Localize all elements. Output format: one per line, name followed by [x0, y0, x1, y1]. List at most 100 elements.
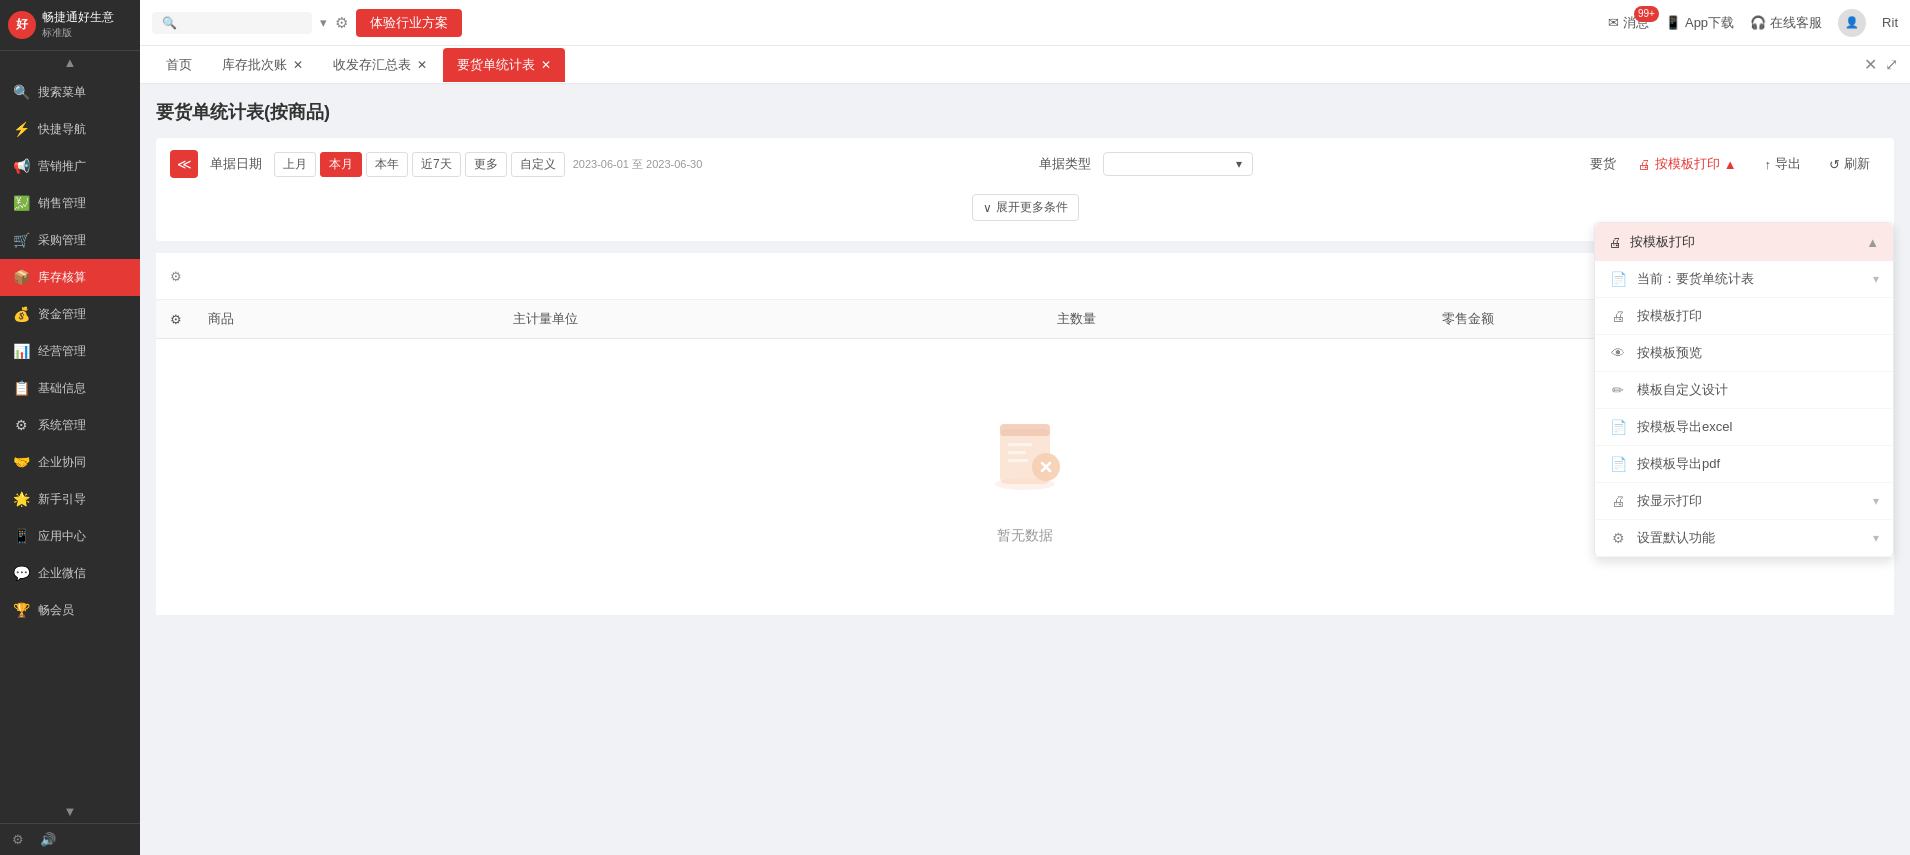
- doc-type-select[interactable]: ▾: [1103, 152, 1253, 176]
- refresh-label: 刷新: [1844, 155, 1870, 173]
- tab-close-inventory-batch[interactable]: ✕: [293, 58, 303, 72]
- page-content: 要货单统计表(按商品) ≪ 单据日期 上月 本月 本年 近7天 更多 自定义 2…: [140, 84, 1910, 855]
- tab-receivable-summary[interactable]: 收发存汇总表 ✕: [319, 48, 441, 82]
- sidebar-item-finance[interactable]: 💰 资金管理: [0, 296, 140, 333]
- sidebar-item-search[interactable]: 🔍 搜索菜单: [0, 74, 140, 111]
- printer-header-icon: 🖨: [1609, 235, 1622, 250]
- sidebar-item-sales[interactable]: 💹 销售管理: [0, 185, 140, 222]
- topbar-dropdown-icon[interactable]: ▾: [320, 15, 327, 30]
- set-default-item[interactable]: ⚙ 设置默认功能 ▾: [1595, 520, 1893, 557]
- print-template-btn[interactable]: 🖨 按模板打印 ▲: [1628, 150, 1747, 178]
- tabs-bar: 首页 库存批次账 ✕ 收发存汇总表 ✕ 要货单统计表 ✕ ✕ ⤢: [140, 46, 1910, 84]
- svg-rect-7: [1008, 451, 1026, 454]
- sidebar-scroll-up[interactable]: ▲: [0, 51, 140, 74]
- gear-icon[interactable]: ⚙: [335, 14, 348, 32]
- app-download-label: App下载: [1685, 14, 1734, 32]
- sidebar-scroll-down[interactable]: ▼: [0, 800, 140, 823]
- sidebar-item-vip[interactable]: 🏆 畅会员: [0, 592, 140, 629]
- topbar-search[interactable]: 🔍: [152, 12, 312, 34]
- refresh-btn[interactable]: ↺ 刷新: [1819, 150, 1880, 178]
- window-controls: ✕ ⤢: [1864, 55, 1898, 74]
- chevron-right-2-icon: ▾: [1873, 494, 1879, 508]
- svg-rect-2: [1000, 424, 1050, 436]
- online-service-btn[interactable]: 🎧 在线客服: [1750, 14, 1822, 32]
- sidebar-item-label: 快捷导航: [38, 121, 86, 138]
- sidebar-item-label: 企业协同: [38, 454, 86, 471]
- chevron-right-icon: ▾: [1873, 272, 1879, 286]
- col-product: 商品: [196, 300, 501, 339]
- req-type-label: 要货: [1590, 155, 1616, 173]
- app-logo-icon: 好: [8, 11, 36, 39]
- page-title: 要货单统计表(按商品): [156, 100, 1894, 124]
- tab-close-order-stats[interactable]: ✕: [541, 58, 551, 72]
- date-btn-current-month[interactable]: 本月: [320, 152, 362, 177]
- template-print-item[interactable]: 🖨 按模板打印: [1595, 298, 1893, 335]
- sidebar-item-guide[interactable]: 🌟 新手引导: [0, 481, 140, 518]
- sidebar-item-app-center[interactable]: 📱 应用中心: [0, 518, 140, 555]
- tab-inventory-batch[interactable]: 库存批次账 ✕: [208, 48, 317, 82]
- print-current-item[interactable]: 📄 当前：要货单统计表 ▾: [1595, 261, 1893, 298]
- message-btn[interactable]: ✉ 消息 99+: [1608, 14, 1649, 32]
- expand-icon: ∨: [983, 201, 992, 215]
- col-quantity: 主数量: [1045, 300, 1430, 339]
- tab-close-receivable[interactable]: ✕: [417, 58, 427, 72]
- export-btn[interactable]: ↑ 导出: [1755, 150, 1812, 178]
- app-download-btn[interactable]: 📱 App下载: [1665, 14, 1734, 32]
- settings-col-icon[interactable]: ⚙: [170, 269, 182, 284]
- template-custom-item[interactable]: ✏ 模板自定义设计: [1595, 372, 1893, 409]
- inventory-icon: 📦: [12, 269, 30, 285]
- sidebar-item-system[interactable]: ⚙ 系统管理: [0, 407, 140, 444]
- printer-icon: 🖨: [1638, 157, 1651, 172]
- marketing-icon: 📢: [12, 158, 30, 174]
- template-preview-item[interactable]: 👁 按模板预览: [1595, 335, 1893, 372]
- sidebar-item-operations[interactable]: 📊 经营管理: [0, 333, 140, 370]
- tab-home[interactable]: 首页: [152, 48, 206, 82]
- sidebar-item-marketing[interactable]: 📢 营销推广: [0, 148, 140, 185]
- dropdown-collapse-icon[interactable]: ▲: [1866, 235, 1879, 250]
- expand-window-icon[interactable]: ⤢: [1885, 55, 1898, 74]
- date-btn-last-month[interactable]: 上月: [274, 152, 316, 177]
- settings-bottom-icon[interactable]: ⚙: [12, 832, 24, 847]
- tab-order-stats[interactable]: 要货单统计表 ✕: [443, 48, 565, 82]
- date-buttons: 上月 本月 本年 近7天 更多 自定义 2023-06-01 至 2023-06…: [274, 152, 702, 177]
- trial-button[interactable]: 体验行业方案: [356, 9, 462, 37]
- date-btn-current-year[interactable]: 本年: [366, 152, 408, 177]
- sidebar-item-wechat[interactable]: 💬 企业微信: [0, 555, 140, 592]
- eye-icon: 👁: [1609, 345, 1627, 361]
- sidebar-item-purchase[interactable]: 🛒 采购管理: [0, 222, 140, 259]
- basics-icon: 📋: [12, 380, 30, 396]
- template-preview-label: 按模板预览: [1637, 344, 1702, 362]
- sidebar-item-label: 经营管理: [38, 343, 86, 360]
- sidebar-item-basics[interactable]: 📋 基础信息: [0, 370, 140, 407]
- chevron-down-icon: ▾: [1236, 157, 1242, 171]
- template-export-excel-item[interactable]: 📄 按模板导出excel: [1595, 409, 1893, 446]
- current-template-label: 当前：要货单统计表: [1637, 270, 1754, 288]
- template-custom-label: 模板自定义设计: [1637, 381, 1728, 399]
- set-default-label: 设置默认功能: [1637, 529, 1715, 547]
- expand-more-btn[interactable]: ∨ 展开更多条件: [972, 194, 1079, 221]
- chevron-up-icon: ▲: [1724, 157, 1737, 172]
- sidebar-item-enterprise[interactable]: 🤝 企业协同: [0, 444, 140, 481]
- mobile-icon: 📱: [1665, 15, 1681, 30]
- tab-label: 收发存汇总表: [333, 56, 411, 74]
- app-center-icon: 📱: [12, 528, 30, 544]
- message-icon: ✉: [1608, 15, 1619, 30]
- col-settings[interactable]: ⚙: [156, 300, 196, 339]
- empty-text: 暂无数据: [997, 527, 1053, 545]
- empty-icon: [980, 409, 1070, 513]
- speaker-icon[interactable]: 🔊: [40, 832, 56, 847]
- date-btn-more[interactable]: 更多: [465, 152, 507, 177]
- template-export-pdf-item[interactable]: 📄 按模板导出pdf: [1595, 446, 1893, 483]
- user-avatar[interactable]: 👤: [1838, 9, 1866, 37]
- sidebar-item-label: 营销推广: [38, 158, 86, 175]
- tab-label: 要货单统计表: [457, 56, 535, 74]
- display-print-item[interactable]: 🖨 按显示打印 ▾: [1595, 483, 1893, 520]
- close-window-icon[interactable]: ✕: [1864, 55, 1877, 74]
- date-btn-custom[interactable]: 自定义: [511, 152, 565, 177]
- search-icon: 🔍: [12, 84, 30, 100]
- date-btn-last-7[interactable]: 近7天: [412, 152, 461, 177]
- filter-toggle-button[interactable]: ≪: [170, 150, 198, 178]
- sidebar-item-quick-nav[interactable]: ⚡ 快捷导航: [0, 111, 140, 148]
- sidebar-item-inventory[interactable]: 📦 库存核算: [0, 259, 140, 296]
- guide-icon: 🌟: [12, 491, 30, 507]
